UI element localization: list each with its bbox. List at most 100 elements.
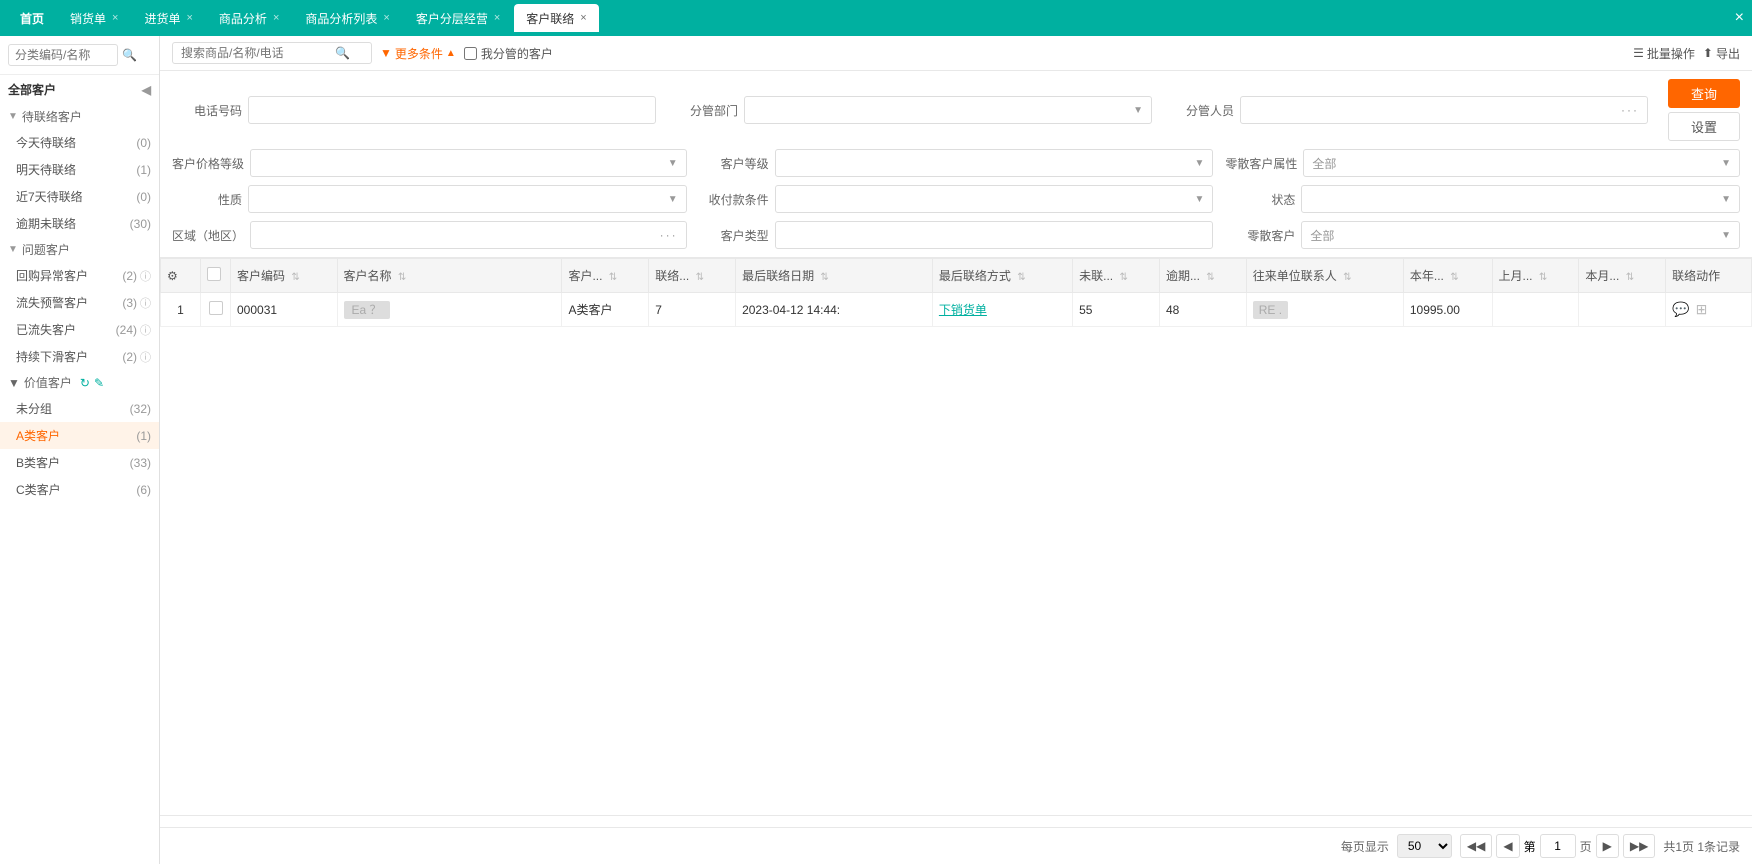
dept-select[interactable]: ▼ (744, 96, 1152, 124)
price-level-select[interactable]: ▼ (250, 149, 687, 177)
sidebar-item-declining[interactable]: 持续下滑客户 (2) ⓘ (0, 343, 159, 370)
retail-attr-label: 零散客户属性 (1225, 155, 1297, 172)
filter-phone: 电话号码 (172, 96, 656, 124)
sidebar-search-icon[interactable]: 🔍 (122, 48, 137, 62)
filter-customer-type: 客户类型 (699, 221, 1214, 249)
sidebar-item-a-class[interactable]: A类客户 (1) (0, 422, 159, 449)
batch-op-btn[interactable]: ☰ 批量操作 (1633, 45, 1695, 62)
close-customer-segment-tab[interactable]: × (494, 12, 500, 24)
uncontacted-sort[interactable]: ⇅ (1119, 272, 1127, 283)
lapsed-info-icon: ⓘ (140, 322, 151, 338)
gear-icon[interactable]: ⚙ (167, 269, 178, 283)
retail-select[interactable]: 全部 ▼ (1301, 221, 1740, 249)
name-sort[interactable]: ⇅ (398, 272, 406, 283)
customer-level-select[interactable]: ▼ (775, 149, 1214, 177)
page-input[interactable] (1540, 834, 1576, 858)
tab-purchase[interactable]: 进货单 × (132, 4, 204, 32)
close-purchase-tab[interactable]: × (186, 12, 192, 24)
sidebar-item-abnormal[interactable]: 回购异常客户 (2) ⓘ (0, 262, 159, 289)
pending-contact-group[interactable]: ▼ 待联络客户 (0, 104, 159, 129)
filter-search-input[interactable] (181, 46, 331, 60)
problem-arrow: ▼ (8, 244, 18, 255)
overdue-count: (30) (130, 217, 151, 231)
my-customers-checkbox[interactable] (464, 47, 477, 60)
close-sales-tab[interactable]: × (112, 12, 118, 24)
close-customer-contact-tab[interactable]: × (580, 12, 586, 24)
value-refresh-icon[interactable]: ↻ (80, 376, 90, 390)
value-customer-header[interactable]: ▼ 价值客户 ↻ ✎ (0, 370, 159, 395)
nature-select[interactable]: ▼ (248, 185, 687, 213)
col-contact: 联络... ⇅ (649, 259, 736, 293)
filter-search-icon[interactable]: 🔍 (335, 46, 350, 60)
close-product-list-tab[interactable]: × (383, 12, 389, 24)
7days-label: 近7天待联络 (16, 188, 83, 205)
close-product-analysis-tab[interactable]: × (273, 12, 279, 24)
overdue-sort[interactable]: ⇅ (1206, 272, 1214, 283)
payment-select[interactable]: ▼ (775, 185, 1214, 213)
per-page-select[interactable]: 50 100 200 (1397, 834, 1452, 858)
col-gear[interactable]: ⚙ (161, 259, 201, 293)
horizontal-scrollbar[interactable] (160, 815, 1752, 827)
last-month-sort[interactable]: ⇅ (1539, 272, 1547, 283)
status-select[interactable]: ▼ (1301, 185, 1740, 213)
problem-customer-group[interactable]: ▼ 问题客户 (0, 237, 159, 262)
tab-customer-contact[interactable]: 客户联络 × (514, 4, 598, 32)
value-edit-icon[interactable]: ✎ (94, 376, 104, 390)
last-date-sort[interactable]: ⇅ (820, 272, 828, 283)
sidebar-item-7days[interactable]: 近7天待联络 (0) (0, 183, 159, 210)
filter-nature: 性质 ▼ (172, 185, 687, 213)
my-customers-check[interactable]: 我分管的客户 (464, 45, 553, 62)
more-conditions-btn[interactable]: ▼ 更多条件 ▲ (380, 45, 456, 62)
partner-sort[interactable]: ⇅ (1343, 272, 1351, 283)
sidebar-item-c-class[interactable]: C类客户 (6) (0, 476, 159, 503)
filter-customer-level: 客户等级 ▼ (699, 149, 1214, 177)
sidebar-item-overdue[interactable]: 逾期未联络 (30) (0, 210, 159, 237)
tab-sales[interactable]: 销货单 × (58, 4, 130, 32)
this-year-sort[interactable]: ⇅ (1450, 272, 1458, 283)
last-page-btn[interactable]: ▶▶ (1623, 834, 1655, 858)
sidebar-item-lapse-warn[interactable]: 流失预警客户 (3) ⓘ (0, 289, 159, 316)
abnormal-info-icon: ⓘ (140, 268, 151, 284)
row-last-date: 2023-04-12 14:44: (736, 293, 933, 327)
sidebar-item-ungroup[interactable]: 未分组 (32) (0, 395, 159, 422)
tab-home[interactable]: 首页 (8, 4, 56, 32)
sidebar-search-input[interactable] (8, 44, 118, 66)
advanced-filters: 电话号码 分管部门 ▼ (160, 71, 1752, 258)
last-method-sort[interactable]: ⇅ (1017, 272, 1025, 283)
qr-action-icon[interactable]: ⊞ (1696, 301, 1708, 318)
tab-customer-segment[interactable]: 客户分层经营 × (404, 4, 512, 32)
phone-input[interactable] (248, 96, 656, 124)
person-input[interactable]: ··· (1240, 96, 1648, 124)
customer-type-input[interactable] (775, 221, 1214, 249)
settings-btn[interactable]: 设置 (1668, 112, 1740, 141)
query-btn[interactable]: 查询 (1668, 79, 1740, 108)
area-input[interactable]: ··· (250, 221, 687, 249)
sidebar-item-lapsed[interactable]: 已流失客户 (24) ⓘ (0, 316, 159, 343)
contact-sort[interactable]: ⇅ (696, 272, 704, 283)
first-page-btn[interactable]: ◀◀ (1460, 834, 1492, 858)
filter-payment: 收付款条件 ▼ (699, 185, 1214, 213)
person-label: 分管人员 (1164, 102, 1234, 119)
tab-product-list[interactable]: 商品分析列表 × (293, 4, 401, 32)
header-checkbox[interactable] (207, 267, 221, 281)
main-content: 🔍 ▼ 更多条件 ▲ 我分管的客户 ☰ 批量操作 ⬆ 导出 (160, 36, 1752, 864)
sidebar-item-today[interactable]: 今天待联络 (0) (0, 129, 159, 156)
tab-product-analysis[interactable]: 商品分析 × (207, 4, 291, 32)
all-customers-header[interactable]: 全部客户 ◀ (0, 75, 159, 104)
row-checkbox[interactable] (209, 301, 223, 315)
type-sort[interactable]: ⇅ (609, 272, 617, 283)
chat-action-icon[interactable]: 💬 (1672, 301, 1689, 318)
retail-attr-select[interactable]: 全部 ▼ (1303, 149, 1740, 177)
row-last-method-link[interactable]: 下销货单 (939, 303, 987, 317)
next-page-btn[interactable]: ▶ (1596, 834, 1619, 858)
this-month-sort[interactable]: ⇅ (1626, 272, 1634, 283)
window-close-button[interactable]: × (1735, 9, 1744, 27)
person-dots: ··· (1621, 103, 1639, 117)
sidebar-item-b-class[interactable]: B类客户 (33) (0, 449, 159, 476)
prev-page-btn[interactable]: ◀ (1496, 834, 1519, 858)
sidebar-item-tomorrow[interactable]: 明天待联络 (1) (0, 156, 159, 183)
code-sort[interactable]: ⇅ (291, 272, 299, 283)
nature-arrow: ▼ (668, 194, 678, 205)
export-btn[interactable]: ⬆ 导出 (1703, 45, 1740, 62)
dept-label: 分管部门 (668, 102, 738, 119)
